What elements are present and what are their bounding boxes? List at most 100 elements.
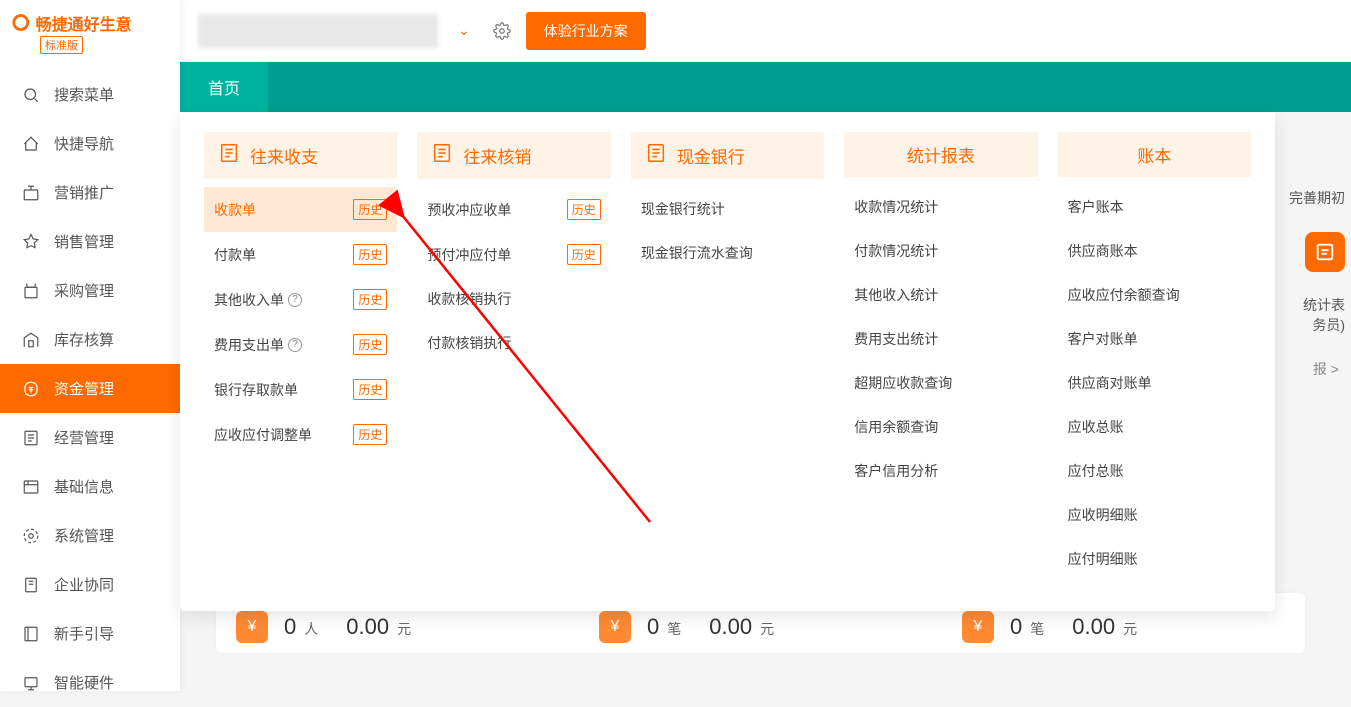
document-icon [431, 142, 453, 169]
mega-item[interactable]: 预收冲应收单历史 [417, 187, 610, 232]
mega-item-label: 银行存取款单 [214, 380, 298, 400]
brand-edition: 标准版 [40, 36, 83, 54]
stat-amount-unit: 元 [1123, 619, 1137, 639]
mega-item[interactable]: 付款单历史 [204, 232, 397, 277]
sidebar-item-quicknav[interactable]: 快捷导航 [0, 119, 180, 168]
help-icon[interactable]: ? [288, 338, 302, 352]
mega-item[interactable]: 费用支出统计 [844, 317, 1037, 361]
sidebar-item-guide[interactable]: 新手引导 [0, 609, 180, 658]
history-tag[interactable]: 历史 [353, 379, 387, 400]
mega-item[interactable]: 现金银行统计 [631, 187, 824, 231]
sales-icon [22, 233, 40, 251]
funds-icon [22, 380, 40, 398]
search-icon [22, 86, 40, 104]
sidebar-item-promo[interactable]: 营销推广 [0, 168, 180, 217]
sidebar-item-ops[interactable]: 经营管理 [0, 413, 180, 462]
right-hints: 完善期初 统计表 务员) 报 > [1289, 188, 1345, 379]
mega-item-label: 收款核销执行 [427, 289, 511, 309]
guide-icon [22, 625, 40, 643]
tab-strip: 首页 [180, 62, 1351, 112]
sidebar-nav: 搜索菜单快捷导航营销推广销售管理采购管理库存核算资金管理经营管理基础信息系统管理… [0, 70, 180, 707]
mega-item[interactable]: 费用支出单?历史 [204, 322, 397, 367]
mega-item-label: 收款单 [214, 200, 256, 220]
mega-item[interactable]: 供应商账本 [1058, 229, 1251, 273]
mega-item[interactable]: 付款情况统计 [844, 229, 1037, 273]
stat-amount: 0.00 [346, 614, 389, 640]
mega-item[interactable]: 供应商对账单 [1058, 361, 1251, 405]
mega-item-label: 付款核销执行 [427, 333, 511, 353]
mega-item[interactable]: 客户信用分析 [844, 449, 1037, 493]
mega-item-label: 应付明细账 [1068, 549, 1138, 569]
sidebar-item-sales[interactable]: 销售管理 [0, 217, 180, 266]
mega-panel: 往来收支收款单历史付款单历史其他收入单?历史费用支出单?历史银行存取款单历史应收… [180, 112, 1275, 611]
stat-card: ¥0笔0.00元 [962, 611, 1285, 643]
mega-item-label: 供应商账本 [1068, 241, 1138, 261]
mega-item[interactable]: 预付冲应付单历史 [417, 232, 610, 277]
mega-item-label: 供应商对账单 [1068, 373, 1152, 393]
mega-item[interactable]: 收款核销执行 [417, 277, 610, 321]
coin-icon: ¥ [599, 611, 631, 643]
mega-item[interactable]: 应收明细账 [1058, 493, 1251, 537]
mega-list: 客户账本供应商账本应收应付余额查询客户对账单供应商对账单应收总账应付总账应收明细… [1058, 185, 1251, 581]
sidebar-item-search[interactable]: 搜索菜单 [0, 70, 180, 119]
mega-item[interactable]: 客户账本 [1058, 185, 1251, 229]
mega-item-label: 超期应收款查询 [854, 373, 952, 393]
history-tag[interactable]: 历史 [567, 199, 601, 220]
history-tag[interactable]: 历史 [353, 244, 387, 265]
history-tag[interactable]: 历史 [353, 199, 387, 220]
history-tag[interactable]: 历史 [353, 289, 387, 310]
mega-column: 账本客户账本供应商账本应收应付余额查询客户对账单供应商对账单应收总账应付总账应收… [1058, 132, 1251, 581]
stat-count-unit: 笔 [1030, 619, 1044, 639]
mega-column-header: 现金银行 [631, 132, 824, 179]
mega-column: 往来核销预收冲应收单历史预付冲应付单历史收款核销执行付款核销执行 [417, 132, 610, 581]
sidebar-item-basic[interactable]: 基础信息 [0, 462, 180, 511]
coin-icon: ¥ [236, 611, 268, 643]
help-icon[interactable]: ? [288, 293, 302, 307]
sidebar-item-purchase[interactable]: 采购管理 [0, 266, 180, 315]
history-tag[interactable]: 历史 [567, 244, 601, 265]
mega-item[interactable]: 应付总账 [1058, 449, 1251, 493]
mega-item[interactable]: 超期应收款查询 [844, 361, 1037, 405]
sidebar-item-label: 基础信息 [54, 476, 114, 497]
mega-item[interactable]: 收款单 历史 [204, 187, 397, 232]
mega-item[interactable]: 付款核销执行 [417, 321, 610, 365]
mega-column-title: 统计报表 [907, 142, 975, 167]
mega-list: 收款单历史付款单历史其他收入单?历史费用支出单?历史银行存取款单历史应收应付调整… [204, 187, 397, 457]
stat-card: ¥0笔0.00元 [599, 611, 922, 643]
sidebar-item-funds[interactable]: 资金管理 [0, 364, 180, 413]
mega-item[interactable]: 应收应付余额查询 [1058, 273, 1251, 317]
mega-item[interactable]: 信用余额查询 [844, 405, 1037, 449]
sidebar-item-label: 经营管理 [54, 427, 114, 448]
sidebar-item-hardware[interactable]: 智能硬件 [0, 658, 180, 707]
history-tag[interactable]: 历史 [353, 424, 387, 445]
mega-item[interactable]: 其他收入统计 [844, 273, 1037, 317]
sidebar-item-collab[interactable]: 企业协同 [0, 560, 180, 609]
chevron-down-icon[interactable]: ⌄ [450, 22, 478, 39]
mega-column-header: 统计报表 [844, 132, 1037, 177]
stat-count-unit: 人 [304, 619, 318, 639]
mega-item[interactable]: 收款情况统计 [844, 185, 1037, 229]
mega-item[interactable]: 应收总账 [1058, 405, 1251, 449]
quicknav-icon [22, 135, 40, 153]
mega-item[interactable]: 应收应付调整单历史 [204, 412, 397, 457]
hint-more[interactable]: 报 > [1313, 359, 1345, 379]
hint-badge-icon[interactable] [1305, 232, 1345, 272]
mega-list: 预收冲应收单历史预付冲应付单历史收款核销执行付款核销执行 [417, 187, 610, 365]
gear-icon[interactable] [490, 19, 514, 43]
tab-home[interactable]: 首页 [180, 62, 268, 112]
sidebar-item-stock[interactable]: 库存核算 [0, 315, 180, 364]
mega-item[interactable]: 银行存取款单 历史 [204, 367, 397, 412]
cta-button[interactable]: 体验行业方案 [526, 12, 646, 50]
stat-amount: 0.00 [1072, 614, 1115, 640]
brand-block: ⭘ 畅捷通好生意 标准版 [0, 0, 180, 58]
mega-list: 现金银行统计现金银行流水查询 [631, 187, 824, 275]
org-selector[interactable] [198, 14, 438, 48]
sidebar-item-system[interactable]: 系统管理 [0, 511, 180, 560]
history-tag[interactable]: 历史 [353, 334, 387, 355]
mega-item[interactable]: 应付明细账 [1058, 537, 1251, 581]
mega-column-header: 往来核销 [417, 132, 610, 179]
mega-item[interactable]: 客户对账单 [1058, 317, 1251, 361]
mega-item[interactable]: 其他收入单?历史 [204, 277, 397, 322]
mega-item[interactable]: 现金银行流水查询 [631, 231, 824, 275]
sidebar-item-label: 系统管理 [54, 525, 114, 546]
